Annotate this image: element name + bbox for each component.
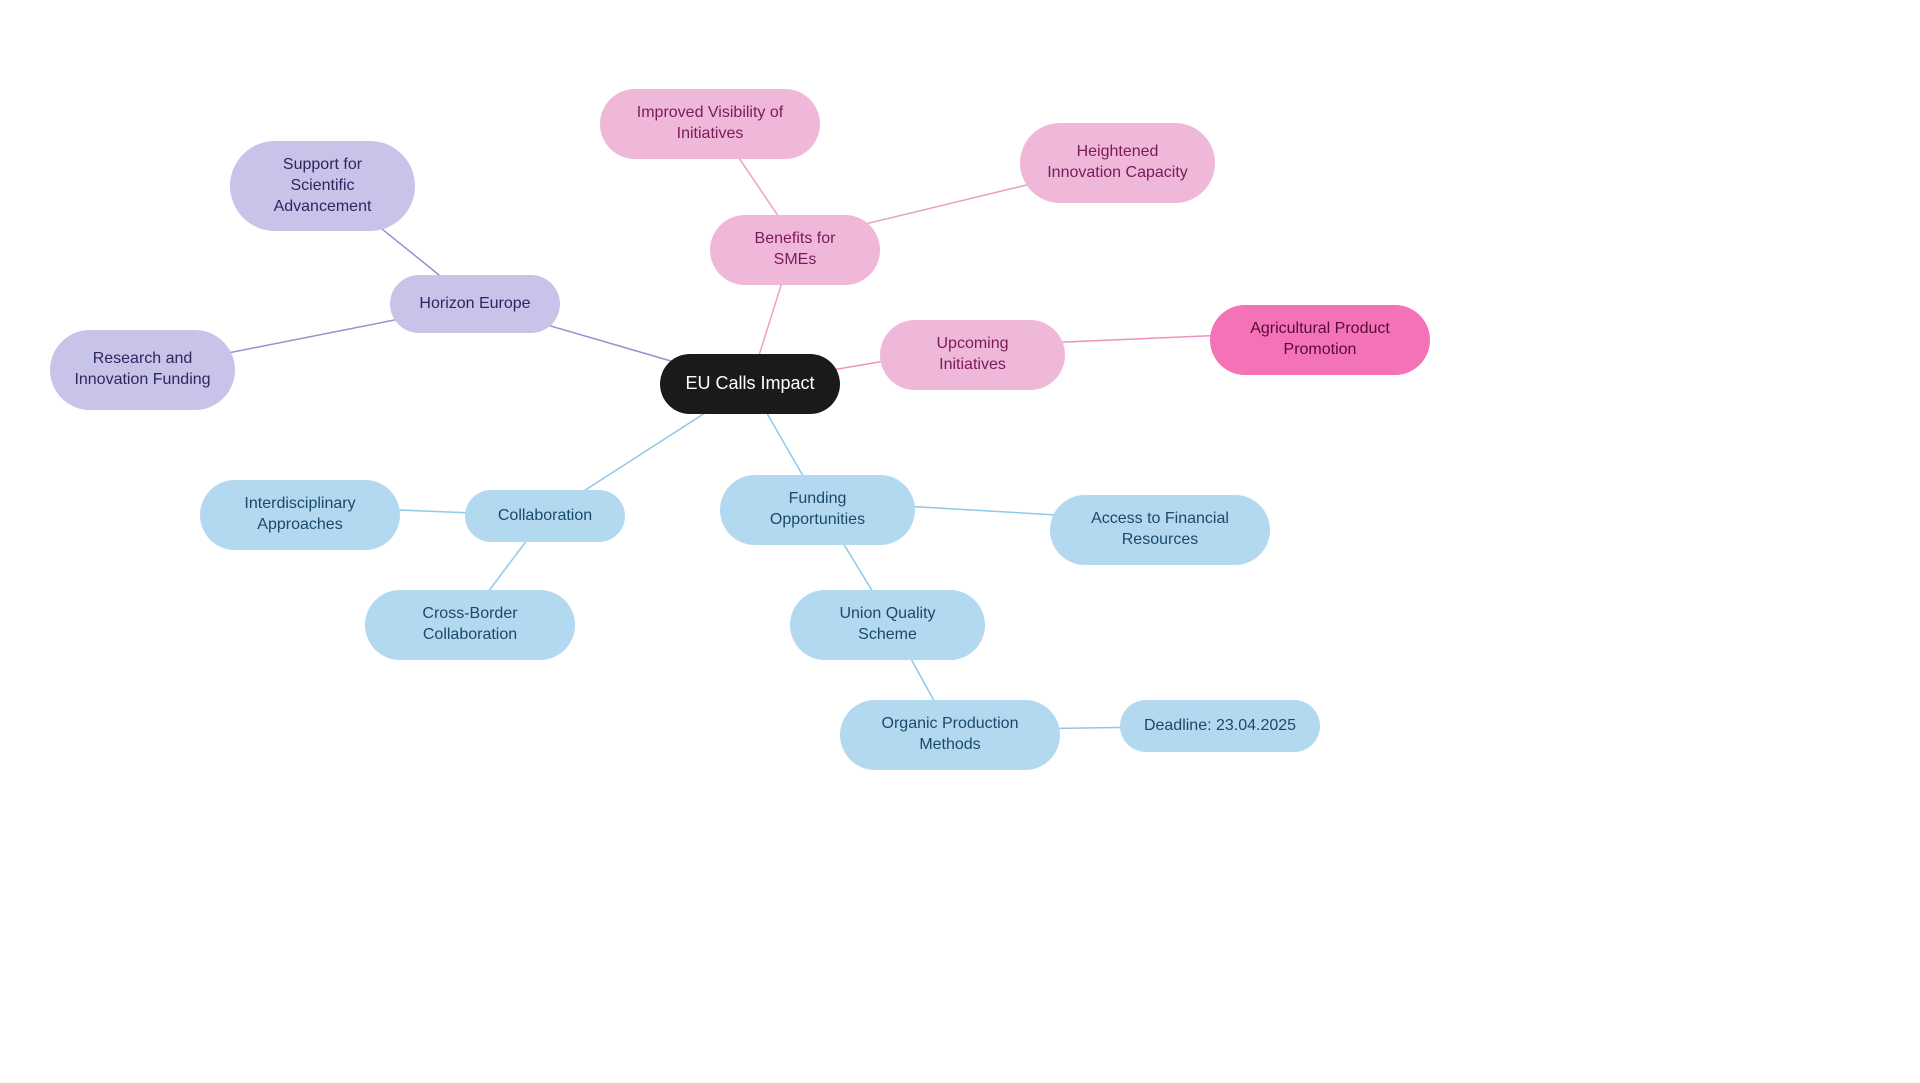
node-deadline: Deadline: 23.04.2025 [1120,700,1320,752]
node-collaboration: Collaboration [465,490,625,542]
node-improved-visibility: Improved Visibility of Initiatives [600,89,820,159]
node-organic-production: Organic Production Methods [840,700,1060,770]
node-benefits-smes: Benefits for SMEs [710,215,880,285]
node-union-quality: Union Quality Scheme [790,590,985,660]
node-access-financial: Access to Financial Resources [1050,495,1270,565]
node-support-scientific: Support for Scientific Advancement [230,141,415,231]
node-funding-opportunities: Funding Opportunities [720,475,915,545]
node-horizon-europe: Horizon Europe [390,275,560,333]
node-research-innovation: Research and Innovation Funding [50,330,235,410]
node-cross-border: Cross-Border Collaboration [365,590,575,660]
mindmap-container: EU Calls Impact Horizon Europe Support for… [0,0,1920,1083]
node-interdisciplinary: Interdisciplinary Approaches [200,480,400,550]
center-node: EU Calls Impact [660,354,840,414]
node-agricultural-promotion: Agricultural Product Promotion [1210,305,1430,375]
node-upcoming-initiatives: Upcoming Initiatives [880,320,1065,390]
node-heightened-innovation: Heightened Innovation Capacity [1020,123,1215,203]
